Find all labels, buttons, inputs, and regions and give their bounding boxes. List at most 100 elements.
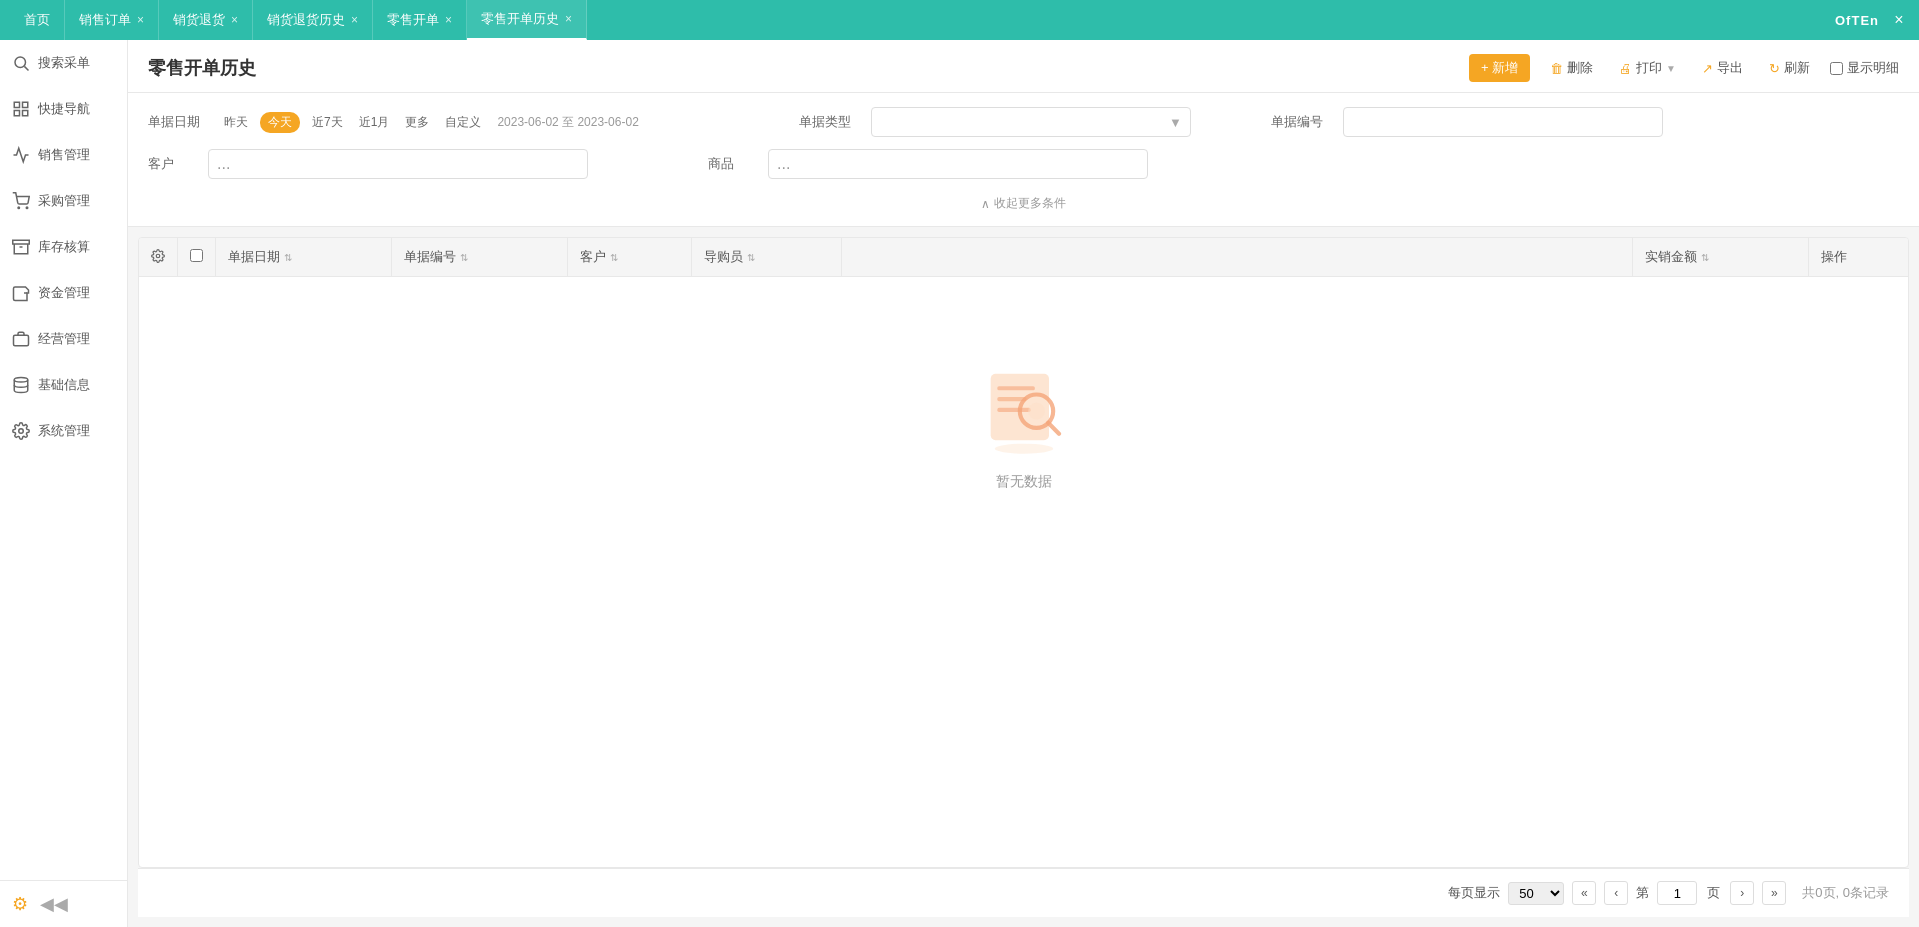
wallet-icon — [12, 284, 30, 302]
page-label: 页 — [1705, 881, 1722, 905]
shopping-icon — [12, 192, 30, 210]
tab-close-sales-return-history[interactable]: × — [351, 13, 358, 27]
display-detail-input[interactable] — [1830, 62, 1843, 75]
sidebar-item-purchase[interactable]: 采购管理 — [0, 178, 127, 224]
tab-close-sales-return[interactable]: × — [231, 13, 238, 27]
sidebar-item-system[interactable]: 系统管理 — [0, 408, 127, 454]
product-ellipsis: ... — [777, 155, 790, 173]
briefcase-icon — [12, 330, 30, 348]
sidebar-item-search[interactable]: 搜索采单 — [0, 40, 127, 86]
empty-icon — [974, 357, 1074, 457]
filter-row-1: 单据日期 昨天 今天 近7天 近1月 更多 自定义 2023-06-02 至 2… — [148, 107, 1899, 137]
sidebar-item-operation[interactable]: 经营管理 — [0, 316, 127, 362]
settings-icon[interactable]: ⚙ — [12, 893, 28, 915]
table-container: 单据日期 ⇅ 单据编号 ⇅ — [138, 237, 1909, 868]
data-table: 单据日期 ⇅ 单据编号 ⇅ — [139, 238, 1908, 277]
tab-home[interactable]: 首页 — [10, 0, 65, 40]
date-btn-1month[interactable]: 近1月 — [355, 112, 394, 133]
docno-input[interactable] — [1343, 107, 1663, 137]
col-settings[interactable] — [139, 238, 178, 277]
sidebar-bottom: ⚙ ◀◀ — [0, 880, 127, 927]
sidebar-item-sales[interactable]: 销售管理 — [0, 132, 127, 178]
product-label: 商品 — [708, 155, 734, 173]
tab-close-sales-order[interactable]: × — [137, 13, 144, 27]
grid-icon — [12, 100, 30, 118]
empty-state: 暂无数据 — [139, 277, 1908, 571]
pagination: 每页显示 50 100 200 « ‹ 第 页 › — [138, 868, 1909, 917]
box-icon — [12, 238, 30, 256]
next-page-button[interactable]: › — [1730, 881, 1754, 905]
last-page-button[interactable]: » — [1762, 881, 1786, 905]
date-filters: 昨天 今天 近7天 近1月 更多 自定义 2023-06-02 至 2023-0… — [220, 112, 639, 133]
print-icon: 🖨 — [1619, 61, 1632, 76]
col-guide[interactable]: 导购员 ⇅ — [692, 238, 842, 277]
export-button[interactable]: ↗ 导出 — [1696, 55, 1749, 81]
sidebar-item-quick-nav[interactable]: 快捷导航 — [0, 86, 127, 132]
new-button[interactable]: + 新增 — [1469, 54, 1530, 82]
date-btn-more[interactable]: 更多 — [401, 112, 433, 133]
col-amount[interactable]: 实销金额 ⇅ — [1632, 238, 1808, 277]
brand-label: OfTEn — [1835, 13, 1879, 28]
empty-illustration — [974, 357, 1074, 457]
print-button[interactable]: 🖨 打印 ▼ — [1613, 55, 1682, 81]
top-tab-bar: 首页 销售订单 × 销货退货 × 销货退货历史 × 零售开单 × 零售开单历史 … — [0, 0, 1919, 40]
filter-area: 单据日期 昨天 今天 近7天 近1月 更多 自定义 2023-06-02 至 2… — [128, 93, 1919, 227]
svg-point-14 — [994, 444, 1052, 454]
tab-sales-order[interactable]: 销售订单 × — [65, 0, 159, 40]
search-icon — [12, 54, 30, 72]
tab-retail-open-history[interactable]: 零售开单历史 × — [467, 0, 587, 40]
date-btn-today[interactable]: 今天 — [260, 112, 300, 133]
tab-sales-return-history[interactable]: 销货退货历史 × — [253, 0, 373, 40]
col-no[interactable]: 单据编号 ⇅ — [391, 238, 567, 277]
svg-rect-8 — [13, 240, 30, 244]
chevron-up-icon: ∧ — [981, 197, 990, 211]
print-dropdown-icon: ▼ — [1666, 63, 1676, 74]
table-header: 单据日期 ⇅ 单据编号 ⇅ — [139, 238, 1908, 277]
collapse-sidebar-icon[interactable]: ◀◀ — [40, 893, 68, 915]
main-content: 零售开单历史 + 新增 🗑 删除 🖨 打印 ▼ ↗ 导出 — [128, 40, 1919, 927]
prev-page-button[interactable]: ‹ — [1604, 881, 1628, 905]
sidebar-item-basic[interactable]: 基础信息 — [0, 362, 127, 408]
per-page-label: 每页显示 — [1448, 884, 1500, 902]
sort-guide-icon: ⇅ — [747, 252, 755, 263]
date-btn-custom[interactable]: 自定义 — [441, 112, 485, 133]
check-all-input[interactable] — [190, 249, 203, 262]
filter-row-2: 客户 ... 商品 ... — [148, 149, 1899, 179]
tab-sales-return[interactable]: 销货退货 × — [159, 0, 253, 40]
delete-icon: 🗑 — [1550, 61, 1563, 76]
sidebar-item-inventory[interactable]: 库存核算 — [0, 224, 127, 270]
page-number-input[interactable] — [1657, 881, 1697, 905]
docno-label: 单据编号 — [1271, 113, 1323, 131]
total-count: 共0页, 0条记录 — [1802, 884, 1889, 902]
delete-button[interactable]: 🗑 删除 — [1544, 55, 1599, 81]
svg-point-7 — [26, 207, 28, 209]
svg-line-1 — [24, 66, 28, 70]
date-btn-7days[interactable]: 近7天 — [308, 112, 347, 133]
sidebar: 搜索采单 快捷导航 销售管理 采购管理 库存核算 — [0, 40, 128, 927]
col-check-all[interactable] — [178, 238, 216, 277]
date-range-display: 2023-06-02 至 2023-06-02 — [497, 114, 638, 131]
customer-select[interactable]: ... — [208, 149, 588, 179]
product-select[interactable]: ... — [768, 149, 1148, 179]
window-close-button[interactable]: × — [1889, 10, 1909, 30]
first-page-button[interactable]: « — [1572, 881, 1596, 905]
date-btn-yesterday[interactable]: 昨天 — [220, 112, 252, 133]
svg-rect-10 — [14, 335, 29, 346]
per-page-select[interactable]: 50 100 200 — [1508, 882, 1564, 905]
svg-rect-4 — [14, 111, 19, 116]
content-inner: 单据日期 ⇅ 单据编号 ⇅ — [128, 227, 1919, 927]
sidebar-item-finance[interactable]: 资金管理 — [0, 270, 127, 316]
refresh-button[interactable]: ↻ 刷新 — [1763, 55, 1816, 81]
sort-amount-icon: ⇅ — [1701, 252, 1709, 263]
doctype-select[interactable]: ▼ — [871, 107, 1191, 137]
display-detail-checkbox[interactable]: 显示明细 — [1830, 59, 1899, 77]
collapse-filter-bar[interactable]: ∧ 收起更多条件 — [148, 191, 1899, 212]
col-date[interactable]: 单据日期 ⇅ — [216, 238, 392, 277]
col-customer[interactable]: 客户 ⇅ — [567, 238, 691, 277]
svg-point-6 — [18, 207, 20, 209]
tab-close-retail-open-history[interactable]: × — [565, 12, 572, 26]
sort-customer-icon: ⇅ — [610, 252, 618, 263]
tab-close-retail-open[interactable]: × — [445, 13, 452, 27]
page-label-before: 第 — [1636, 884, 1649, 902]
tab-retail-open[interactable]: 零售开单 × — [373, 0, 467, 40]
